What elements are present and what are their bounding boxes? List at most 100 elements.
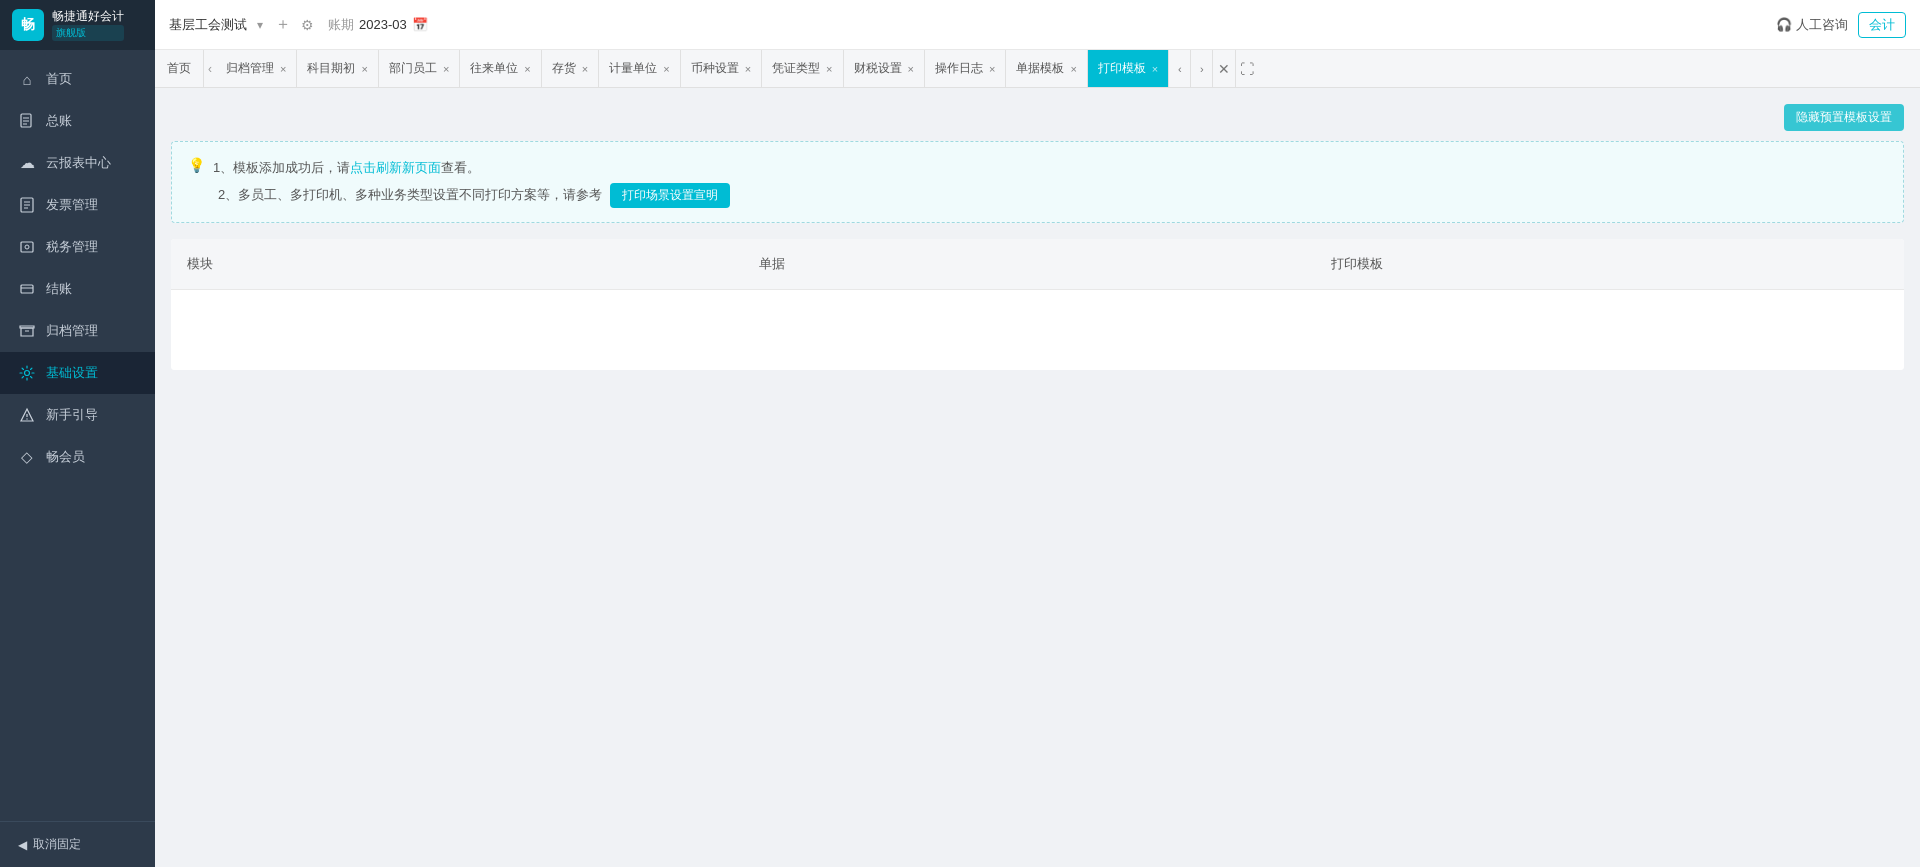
tab-subjects[interactable]: 科目期初 × xyxy=(297,50,378,87)
tab-close-department[interactable]: × xyxy=(443,63,449,75)
info-line-1: 1、模板添加成功后，请点击刷新新页面查看。 xyxy=(213,156,480,179)
tab-close-print[interactable]: × xyxy=(1152,63,1158,75)
tab-label-counterparty: 往来单位 xyxy=(470,60,518,77)
sidebar-item-tax[interactable]: 税务管理 xyxy=(0,226,155,268)
invoice-icon xyxy=(18,196,36,214)
topbar-right: 🎧 人工咨询 会计 xyxy=(1776,12,1906,38)
company-dropdown-arrow[interactable]: ▾ xyxy=(257,18,263,32)
settlement-icon xyxy=(18,280,36,298)
sidebar-item-label-guide: 新手引导 xyxy=(46,406,98,424)
bulb-icon: 💡 xyxy=(188,157,205,173)
add-company-btn[interactable]: ＋ xyxy=(275,14,291,35)
guide-icon xyxy=(18,406,36,424)
info-line1-suffix: 查看。 xyxy=(441,160,480,175)
tab-close-currency[interactable]: × xyxy=(745,63,751,75)
sidebar-item-archive[interactable]: 归档管理 xyxy=(0,310,155,352)
tab-close-archive[interactable]: × xyxy=(280,63,286,75)
tab-close-single[interactable]: × xyxy=(1070,63,1076,75)
svg-point-9 xyxy=(25,245,29,249)
tab-close-counterparty[interactable]: × xyxy=(524,63,530,75)
tab-tax-settings[interactable]: 财税设置 × xyxy=(844,50,925,87)
logo-text-area: 畅捷通好会计 旗舰版 xyxy=(52,9,124,41)
sidebar-item-home[interactable]: ⌂ 首页 xyxy=(0,58,155,100)
sidebar-item-label-settlement: 结账 xyxy=(46,280,72,298)
ledger-icon xyxy=(18,112,36,130)
print-scene-btn[interactable]: 打印场景设置宣明 xyxy=(610,183,730,208)
logo-icon: 畅 xyxy=(12,9,44,41)
tab-operation-log[interactable]: 操作日志 × xyxy=(925,50,1006,87)
tab-measure-unit[interactable]: 计量单位 × xyxy=(599,50,680,87)
sidebar-item-invoice[interactable]: 发票管理 xyxy=(0,184,155,226)
sidebar-item-label-reports: 云报表中心 xyxy=(46,154,111,172)
tab-home[interactable]: 首页 xyxy=(155,50,204,87)
sidebar-item-member[interactable]: ◇ 畅会员 xyxy=(0,436,155,478)
kuaiji-button[interactable]: 会计 xyxy=(1858,12,1906,38)
svg-rect-10 xyxy=(21,285,33,293)
info-line1-prefix: 1、模板添加成功后，请 xyxy=(213,160,350,175)
tab-prev-btn[interactable]: ‹ xyxy=(1169,50,1191,87)
tab-next-btn[interactable]: › xyxy=(1191,50,1213,87)
sidebar-logo: 畅 畅捷通好会计 旗舰版 xyxy=(0,0,155,50)
tab-voucher-type[interactable]: 凭证类型 × xyxy=(762,50,843,87)
sidebar-item-settings[interactable]: 基础设置 xyxy=(0,352,155,394)
tab-close-inventory[interactable]: × xyxy=(582,63,588,75)
sidebar-item-label-member: 畅会员 xyxy=(46,448,85,466)
archive-icon xyxy=(18,322,36,340)
tab-close-measure[interactable]: × xyxy=(663,63,669,75)
sidebar-item-label-ledger: 总账 xyxy=(46,112,72,130)
tab-label-log: 操作日志 xyxy=(935,60,983,77)
sidebar-item-reports[interactable]: ☁ 云报表中心 xyxy=(0,142,155,184)
cloud-icon: ☁ xyxy=(18,154,36,172)
sidebar-nav: ⌂ 首页 总账 ☁ 云报表中心 发票管理 税务管理 xyxy=(0,50,155,821)
tab-close-all-btn[interactable]: ✕ xyxy=(1213,50,1235,87)
tab-counterparty[interactable]: 往来单位 × xyxy=(460,50,541,87)
th-module: 模块 xyxy=(171,249,743,279)
tab-scroll-left[interactable]: ‹ xyxy=(204,62,216,76)
sidebar-item-label-home: 首页 xyxy=(46,70,72,88)
tab-single-doc[interactable]: 单据模板 × xyxy=(1006,50,1087,87)
th-document: 单据 xyxy=(743,249,1315,279)
table-header: 模块 单据 打印模板 xyxy=(171,239,1904,290)
tab-label-print: 打印模板 xyxy=(1098,60,1146,77)
calendar-icon[interactable]: 📅 xyxy=(412,17,428,32)
sidebar: 畅 畅捷通好会计 旗舰版 ⌂ 首页 总账 ☁ 云报表中心 发票管理 xyxy=(0,0,155,867)
tab-label-measure: 计量单位 xyxy=(609,60,657,77)
member-icon: ◇ xyxy=(18,448,36,466)
unpin-label: 取消固定 xyxy=(33,836,81,853)
tab-inventory[interactable]: 存货 × xyxy=(542,50,599,87)
period-label: 账期 xyxy=(328,16,354,34)
sidebar-item-guide[interactable]: 新手引导 xyxy=(0,394,155,436)
tab-department[interactable]: 部门员工 × xyxy=(379,50,460,87)
tab-label-department: 部门员工 xyxy=(389,60,437,77)
table-body xyxy=(171,290,1904,370)
tab-archive-mgmt[interactable]: 归档管理 × xyxy=(216,50,297,87)
svg-point-16 xyxy=(26,418,27,419)
tab-close-voucher[interactable]: × xyxy=(826,63,832,75)
tab-label-single: 单据模板 xyxy=(1016,60,1064,77)
content-area: 隐藏预置模板设置 💡 1、模板添加成功后，请点击刷新新页面查看。 2、多员工、多… xyxy=(155,88,1920,867)
ai-consult-btn[interactable]: 🎧 人工咨询 xyxy=(1776,16,1848,34)
topbar: 基层工会测试 ▾ ＋ ⚙ 账期 2023-03 📅 🎧 人工咨询 会计 xyxy=(155,0,1920,50)
sidebar-item-label-invoice: 发票管理 xyxy=(46,196,98,214)
tab-close-log[interactable]: × xyxy=(989,63,995,75)
tab-label-currency: 币种设置 xyxy=(691,60,739,77)
unpin-icon: ◀ xyxy=(18,838,27,852)
sidebar-item-ledger[interactable]: 总账 xyxy=(0,100,155,142)
sidebar-item-settlement[interactable]: 结账 xyxy=(0,268,155,310)
sidebar-unpin-btn[interactable]: ◀ 取消固定 xyxy=(0,821,155,867)
tab-currency[interactable]: 币种设置 × xyxy=(681,50,762,87)
tab-close-subjects[interactable]: × xyxy=(361,63,367,75)
tab-close-tax[interactable]: × xyxy=(908,63,914,75)
sidebar-item-label-settings: 基础设置 xyxy=(46,364,98,382)
hide-template-settings-btn[interactable]: 隐藏预置模板设置 xyxy=(1784,104,1904,131)
refresh-link[interactable]: 点击刷新新页面 xyxy=(350,160,441,175)
tab-print-template[interactable]: 打印模板 × xyxy=(1088,50,1169,87)
ai-consult-label: 人工咨询 xyxy=(1796,16,1848,34)
info-line-2: 2、多员工、多打印机、多种业务类型设置不同打印方案等，请参考 打印场景设置宣明 xyxy=(218,183,734,208)
tab-label-subjects: 科目期初 xyxy=(307,60,355,77)
tab-expand-btn[interactable]: ⛶ xyxy=(1235,50,1257,87)
settings-gear-icon[interactable]: ⚙ xyxy=(301,17,314,33)
tab-label-tax: 财税设置 xyxy=(854,60,902,77)
home-tab-label: 首页 xyxy=(167,60,191,77)
info-row-2: 2、多员工、多打印机、多种业务类型设置不同打印方案等，请参考 打印场景设置宣明 xyxy=(188,183,1887,208)
